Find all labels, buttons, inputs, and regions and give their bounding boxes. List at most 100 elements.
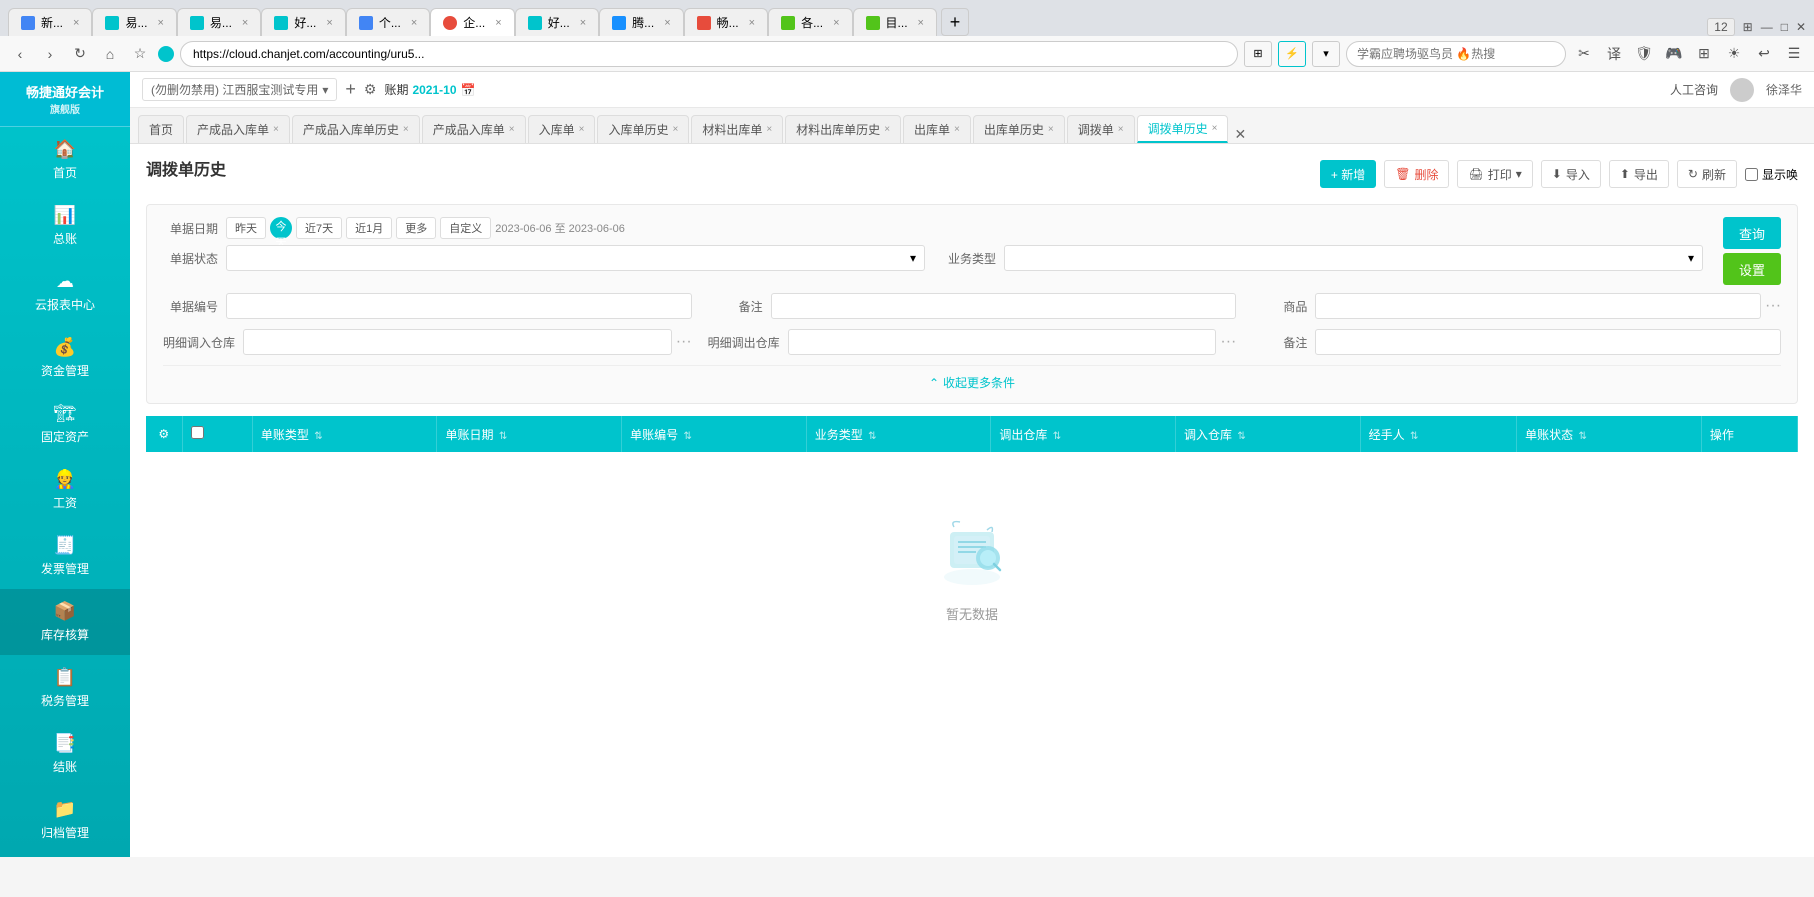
th-status[interactable]: 单账状态 ⇅ [1517, 416, 1702, 452]
tab-close-transferhistory[interactable]: × [1212, 123, 1218, 134]
sidebar-item-invoice[interactable]: 🧾 发票管理 [0, 523, 130, 589]
sidebar-item-settings[interactable]: ⚙ 基础设置 [0, 853, 130, 857]
docno-input[interactable] [226, 293, 692, 319]
sidebar-item-funds[interactable]: 💰 资金管理 [0, 325, 130, 391]
tab-close-instock[interactable]: × [579, 124, 585, 135]
th-date[interactable]: 单账日期 ⇅ [437, 416, 622, 452]
tab-close-outstockhistory[interactable]: × [1048, 124, 1054, 135]
tab-close-prodstock2[interactable]: × [509, 124, 515, 135]
scissors-icon[interactable]: ✂ [1572, 42, 1596, 66]
maximize-icon[interactable]: □ [1781, 20, 1788, 34]
sidebar-item-tax[interactable]: 📋 税务管理 [0, 655, 130, 721]
period-selector[interactable]: 账期 2021-10 📅 [384, 81, 475, 98]
tab-close-0[interactable]: × [73, 17, 79, 29]
print-button[interactable]: 🖨 打印 ▾ [1457, 160, 1532, 188]
note2-input[interactable] [1315, 329, 1781, 355]
date-btn-today[interactable]: 今天 [270, 217, 292, 239]
outwarehouse-input[interactable] [788, 329, 1217, 355]
th-type[interactable]: 单账类型 ⇅ [252, 416, 437, 452]
page-tab-transfer[interactable]: 调拨单 × [1067, 115, 1135, 143]
th-inwh[interactable]: 调入仓库 ⇅ [1176, 416, 1361, 452]
game-icon[interactable]: 🎮 [1662, 42, 1686, 66]
th-biz[interactable]: 业务类型 ⇅ [806, 416, 991, 452]
import-button[interactable]: ⬇ 导入 [1541, 160, 1601, 188]
page-tab-outstockhistory[interactable]: 出库单历史 × [973, 115, 1065, 143]
settings-gear-icon[interactable]: ⚙ [364, 81, 377, 98]
tab-close-6[interactable]: × [580, 17, 586, 29]
page-tab-transferhistory[interactable]: 调拨单历史 × [1137, 115, 1229, 143]
th-handler[interactable]: 经手人 ⇅ [1360, 416, 1517, 452]
company-selector[interactable]: (勿删勿禁用) 江西服宝测试专用 ▾ [142, 78, 337, 101]
outwarehouse-more-icon[interactable]: ··· [1220, 333, 1236, 351]
lightning-button[interactable]: ⚡ [1278, 41, 1306, 67]
browser-search-input[interactable] [1346, 41, 1566, 67]
collapse-button[interactable]: ⌃ 收起更多条件 [163, 365, 1781, 391]
page-tab-prodstock2[interactable]: 产成品入库单 × [422, 115, 526, 143]
tab-close-transfer[interactable]: × [1118, 124, 1124, 135]
date-btn-7days[interactable]: 近7天 [296, 217, 342, 239]
goods-input[interactable] [1315, 293, 1761, 319]
page-tab-home[interactable]: 首页 [138, 115, 184, 143]
tab-close-matout[interactable]: × [766, 124, 772, 135]
browser-tab-10[interactable]: 目... × [853, 8, 937, 36]
sidebar-item-archive[interactable]: 📁 归档管理 [0, 787, 130, 853]
tab-close-outstock[interactable]: × [954, 124, 960, 135]
refresh-button-main[interactable]: ↻ 刷新 [1677, 160, 1737, 188]
tab-close-5[interactable]: × [495, 17, 501, 29]
sidebar-item-home[interactable]: 🏠 首页 [0, 127, 130, 193]
tab-close-1[interactable]: × [157, 17, 163, 29]
tab-close-8[interactable]: × [749, 17, 755, 29]
status-select[interactable]: ▾ [226, 245, 925, 271]
goods-more-icon[interactable]: ··· [1765, 297, 1781, 315]
grid-icon[interactable]: ⊞ [1692, 42, 1716, 66]
tab-close-4[interactable]: × [411, 17, 417, 29]
inwarehouse-input[interactable] [243, 329, 672, 355]
page-tab-outstock[interactable]: 出库单 × [903, 115, 971, 143]
tab-manager-icon[interactable]: ⊞ [1743, 20, 1753, 34]
sun-icon[interactable]: ☀ [1722, 42, 1746, 66]
browser-tab-4[interactable]: 个... × [346, 8, 430, 36]
home-button[interactable]: ⌂ [98, 42, 122, 66]
back-button[interactable]: ‹ [8, 42, 32, 66]
tab-close-instockhistory[interactable]: × [672, 124, 678, 135]
tab-close-matouthistory[interactable]: × [884, 124, 890, 135]
bookmark-button[interactable]: ☆ [128, 42, 152, 66]
minimize-icon[interactable]: — [1761, 20, 1773, 34]
undo-icon[interactable]: ↩ [1752, 42, 1776, 66]
sidebar-item-close[interactable]: 📑 结账 [0, 721, 130, 787]
new-button[interactable]: + 新增 [1320, 160, 1376, 188]
forward-button[interactable]: › [38, 42, 62, 66]
refresh-button[interactable]: ↻ [68, 42, 92, 66]
note-input[interactable] [771, 293, 1237, 319]
browser-tab-1[interactable]: 易... × [92, 8, 176, 36]
date-btn-more[interactable]: 更多 [396, 217, 436, 239]
sidebar-item-assets[interactable]: 🏗 固定资产 [0, 391, 130, 457]
add-company-icon[interactable]: + [345, 79, 356, 100]
close-all-tabs-icon[interactable]: ✕ [1234, 126, 1246, 143]
show-all-checkbox[interactable]: 显示唤 [1745, 166, 1798, 183]
tab-close-7[interactable]: × [664, 17, 670, 29]
browser-tab-7[interactable]: 腾... × [599, 8, 683, 36]
tab-close-3[interactable]: × [326, 17, 332, 29]
close-window-icon[interactable]: ✕ [1796, 20, 1806, 34]
browser-tab-9[interactable]: 各... × [768, 8, 852, 36]
settings-query-button[interactable]: 设置 [1723, 253, 1781, 285]
translate-icon[interactable]: 译 [1602, 42, 1626, 66]
sidebar-item-reports[interactable]: ☁ 云报表中心 [0, 259, 130, 325]
show-all-check[interactable] [1745, 168, 1758, 181]
browser-tab-5[interactable]: 企... × [430, 8, 514, 36]
page-tab-matouthistory[interactable]: 材料出库单历史 × [785, 115, 901, 143]
th-no[interactable]: 单账编号 ⇅ [622, 416, 807, 452]
page-tab-instock[interactable]: 入库单 × [528, 115, 596, 143]
th-checkbox[interactable] [182, 416, 252, 452]
address-bar[interactable] [180, 41, 1238, 67]
th-outwh[interactable]: 调出仓库 ⇅ [991, 416, 1176, 452]
browser-tab-2[interactable]: 易... × [177, 8, 261, 36]
service-link[interactable]: 人工咨询 [1670, 81, 1718, 98]
sidebar-item-ledger[interactable]: 📊 总账 [0, 193, 130, 259]
delete-button[interactable]: 🗑 删除 [1384, 160, 1449, 188]
inwarehouse-more-icon[interactable]: ··· [676, 333, 692, 351]
biztype-select[interactable]: ▾ [1004, 245, 1703, 271]
date-btn-1month[interactable]: 近1月 [346, 217, 392, 239]
page-tab-instockhistory[interactable]: 入库单历史 × [597, 115, 689, 143]
